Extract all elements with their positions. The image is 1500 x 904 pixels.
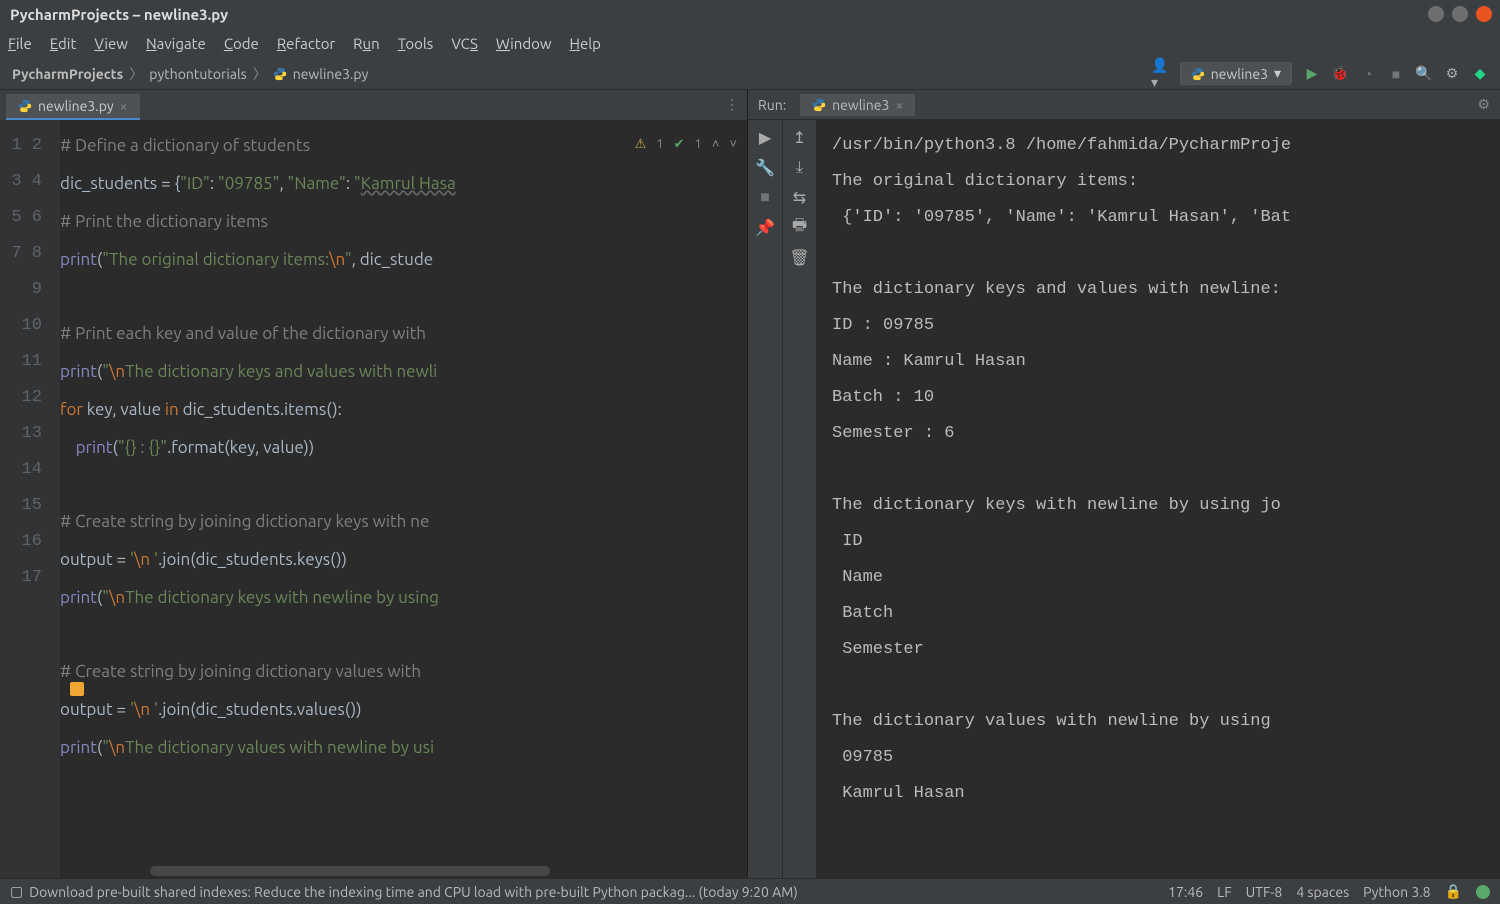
editor-body[interactable]: 1 2 3 4 5 6 7 8 9 10 11 12 13 14 15 16 1… [0, 120, 747, 878]
maximize-button[interactable] [1452, 6, 1468, 22]
menu-code[interactable]: Code [224, 35, 259, 52]
tab-label: newline3.py [38, 98, 114, 114]
menu-refactor[interactable]: Refactor [277, 35, 335, 52]
chevron-right-icon: 〉 [129, 64, 143, 84]
ide-logo-icon[interactable]: ◆ [1472, 66, 1488, 82]
menu-edit[interactable]: Edit [50, 35, 77, 52]
run-body: ▶ 🔧 ■ 📌 ↥ ⤓ ⇆ 🖶 🗑 /usr/bin/python3.8 /ho… [748, 120, 1500, 878]
run-toolbar-right: ↥ ⤓ ⇆ 🖶 🗑 [782, 120, 816, 878]
python-file-icon [273, 67, 287, 81]
menu-tools[interactable]: Tools [398, 35, 434, 52]
horizontal-scrollbar[interactable] [150, 866, 550, 876]
warning-triangle-icon: ⚠ [635, 126, 647, 162]
console-output[interactable]: /usr/bin/python3.8 /home/fahmida/Pycharm… [816, 120, 1500, 878]
minimize-button[interactable] [1428, 6, 1444, 22]
breadcrumb: PycharmProjects 〉 pythontutorials 〉 newl… [12, 64, 368, 84]
wrap-icon[interactable]: ⇆ [791, 188, 809, 206]
menu-file[interactable]: File [8, 35, 32, 52]
editor-tab-newline3[interactable]: newline3.py × [6, 94, 140, 120]
menu-vcs[interactable]: VCS [451, 35, 478, 52]
titlebar: PycharmProjects – newline3.py [0, 0, 1500, 28]
trash-icon[interactable]: 🗑 [791, 248, 809, 266]
debug-button[interactable]: 🐞 [1332, 66, 1348, 82]
hint-count: 1 [694, 126, 701, 162]
run-tab[interactable]: newline3 × [800, 94, 915, 116]
editor-tabs: newline3.py × ⋮ [0, 90, 747, 120]
menu-view[interactable]: View [94, 35, 128, 52]
print-icon[interactable]: 🖶 [791, 218, 809, 236]
status-message-area[interactable]: ▢ Download pre-built shared indexes: Red… [10, 883, 1154, 900]
python-icon [1191, 67, 1205, 81]
python-icon [812, 98, 826, 112]
intention-bulb-icon[interactable] [70, 682, 84, 696]
breadcrumb-folder[interactable]: pythontutorials [149, 66, 246, 82]
run-config-name: newline3 [1211, 66, 1268, 82]
menu-window[interactable]: Window [496, 35, 552, 52]
run-header: Run: newline3 × ⚙ [748, 90, 1500, 120]
editor-pane: newline3.py × ⋮ 1 2 3 4 5 6 7 8 9 10 11 … [0, 90, 748, 878]
run-toolbar-left: ▶ 🔧 ■ 📌 [748, 120, 782, 878]
status-time: 17:46 [1168, 884, 1203, 900]
close-button[interactable] [1476, 6, 1492, 22]
toolbar-right: 👤▾ newline3 ▾ ▶ 🐞 ◔ ■ 🔍 ⚙ ◆ [1152, 62, 1488, 85]
coverage-button[interactable]: ◔ [1360, 66, 1376, 82]
lock-icon[interactable]: 🔒 [1445, 883, 1462, 900]
notification-icon: ▢ [10, 883, 23, 900]
menu-navigate[interactable]: Navigate [146, 35, 206, 52]
menubar: File Edit View Navigate Code Refactor Ru… [0, 28, 1500, 58]
run-label: Run: [758, 97, 786, 113]
warning-count: 1 [656, 126, 663, 162]
run-config-selector[interactable]: newline3 ▾ [1180, 62, 1292, 85]
pin-icon[interactable]: 📌 [756, 218, 774, 236]
status-line-sep[interactable]: LF [1217, 884, 1232, 900]
up-icon[interactable]: ↥ [791, 128, 809, 146]
statusbar: ▢ Download pre-built shared indexes: Red… [0, 878, 1500, 904]
stop-button[interactable]: ■ [1388, 66, 1404, 82]
chevron-up-icon[interactable]: ˄ [712, 126, 720, 162]
close-icon[interactable]: × [895, 97, 903, 113]
gear-icon[interactable]: ⚙ [1477, 96, 1490, 113]
status-message: Download pre-built shared indexes: Reduc… [29, 884, 798, 900]
menu-help[interactable]: Help [570, 35, 601, 52]
run-pane: Run: newline3 × ⚙ ▶ 🔧 ■ 📌 ↥ ⤓ ⇆ 🖶 🗑 [748, 90, 1500, 878]
run-button[interactable]: ▶ [1304, 66, 1320, 82]
status-python[interactable]: Python 3.8 [1363, 884, 1430, 900]
user-icon[interactable]: 👤▾ [1152, 66, 1168, 82]
wrench-icon[interactable]: 🔧 [756, 158, 774, 176]
window-title: PycharmProjects – newline3.py [10, 6, 228, 23]
search-icon[interactable]: 🔍 [1416, 66, 1432, 82]
chevron-right-icon: 〉 [253, 64, 267, 84]
rerun-icon[interactable]: ▶ [756, 128, 774, 146]
stop-icon[interactable]: ■ [756, 188, 774, 206]
python-file-icon [18, 99, 32, 113]
run-tab-label: newline3 [832, 97, 889, 113]
code-area[interactable]: # Define a dictionary of students dic_st… [60, 120, 747, 878]
main-area: newline3.py × ⋮ 1 2 3 4 5 6 7 8 9 10 11 … [0, 90, 1500, 878]
tab-menu-icon[interactable]: ⋮ [725, 96, 739, 113]
chevron-down-icon: ▾ [1274, 65, 1281, 82]
breadcrumb-root[interactable]: PycharmProjects [12, 66, 123, 82]
close-icon[interactable]: × [120, 98, 128, 114]
gear-icon[interactable]: ⚙ [1444, 66, 1460, 82]
navigation-bar: PycharmProjects 〉 pythontutorials 〉 newl… [0, 58, 1500, 90]
status-indent[interactable]: 4 spaces [1296, 884, 1349, 900]
breadcrumb-file[interactable]: newline3.py [293, 66, 369, 82]
down-icon[interactable]: ⤓ [791, 158, 809, 176]
inspection-widget[interactable]: ⚠1 ✔1 ˄ ˅ [635, 126, 737, 162]
status-encoding[interactable]: UTF-8 [1246, 884, 1283, 900]
checkmark-icon: ✔ [674, 126, 685, 162]
chevron-down-icon[interactable]: ˅ [729, 126, 737, 162]
menu-run[interactable]: Run [353, 35, 380, 52]
line-gutter: 1 2 3 4 5 6 7 8 9 10 11 12 13 14 15 16 1… [0, 120, 60, 878]
status-indicator-icon[interactable] [1476, 885, 1490, 899]
window-controls [1428, 6, 1492, 22]
